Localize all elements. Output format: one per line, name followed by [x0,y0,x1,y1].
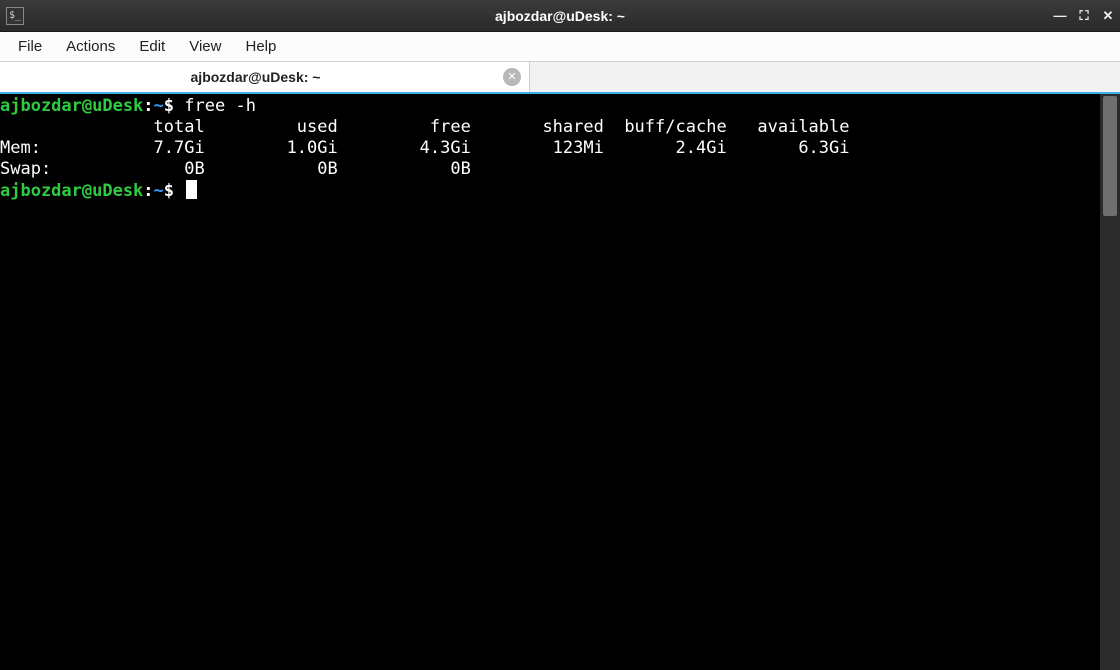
menu-help[interactable]: Help [233,34,288,59]
scrollbar[interactable] [1100,94,1120,670]
scrollbar-thumb[interactable] [1103,96,1117,216]
menubar: File Actions Edit View Help [0,32,1120,62]
terminal-app-icon: $_ [6,7,24,25]
menu-edit[interactable]: Edit [127,34,177,59]
tab-label: ajbozdar@uDesk: ~ [8,69,503,85]
terminal-window: $_ ajbozdar@uDesk: ~ — ⛶ ✕ File Actions … [0,0,1120,670]
titlebar: $_ ajbozdar@uDesk: ~ — ⛶ ✕ [0,0,1120,32]
menu-actions[interactable]: Actions [54,34,127,59]
close-button[interactable]: ✕ [1096,4,1120,28]
tab-close-icon[interactable]: ✕ [503,68,521,86]
window-controls: — ⛶ ✕ [1048,4,1120,28]
minimize-button[interactable]: — [1048,4,1072,28]
tabbar: ajbozdar@uDesk: ~ ✕ [0,62,1120,94]
tab-terminal-1[interactable]: ajbozdar@uDesk: ~ ✕ [0,62,530,92]
terminal-output: ajbozdar@uDesk:~$ free -h total used fre… [0,94,1120,202]
terminal-viewport[interactable]: ajbozdar@uDesk:~$ free -h total used fre… [0,94,1120,670]
menu-file[interactable]: File [6,34,54,59]
menu-view[interactable]: View [177,34,233,59]
maximize-button[interactable]: ⛶ [1072,4,1096,28]
window-title: ajbozdar@uDesk: ~ [0,8,1120,24]
